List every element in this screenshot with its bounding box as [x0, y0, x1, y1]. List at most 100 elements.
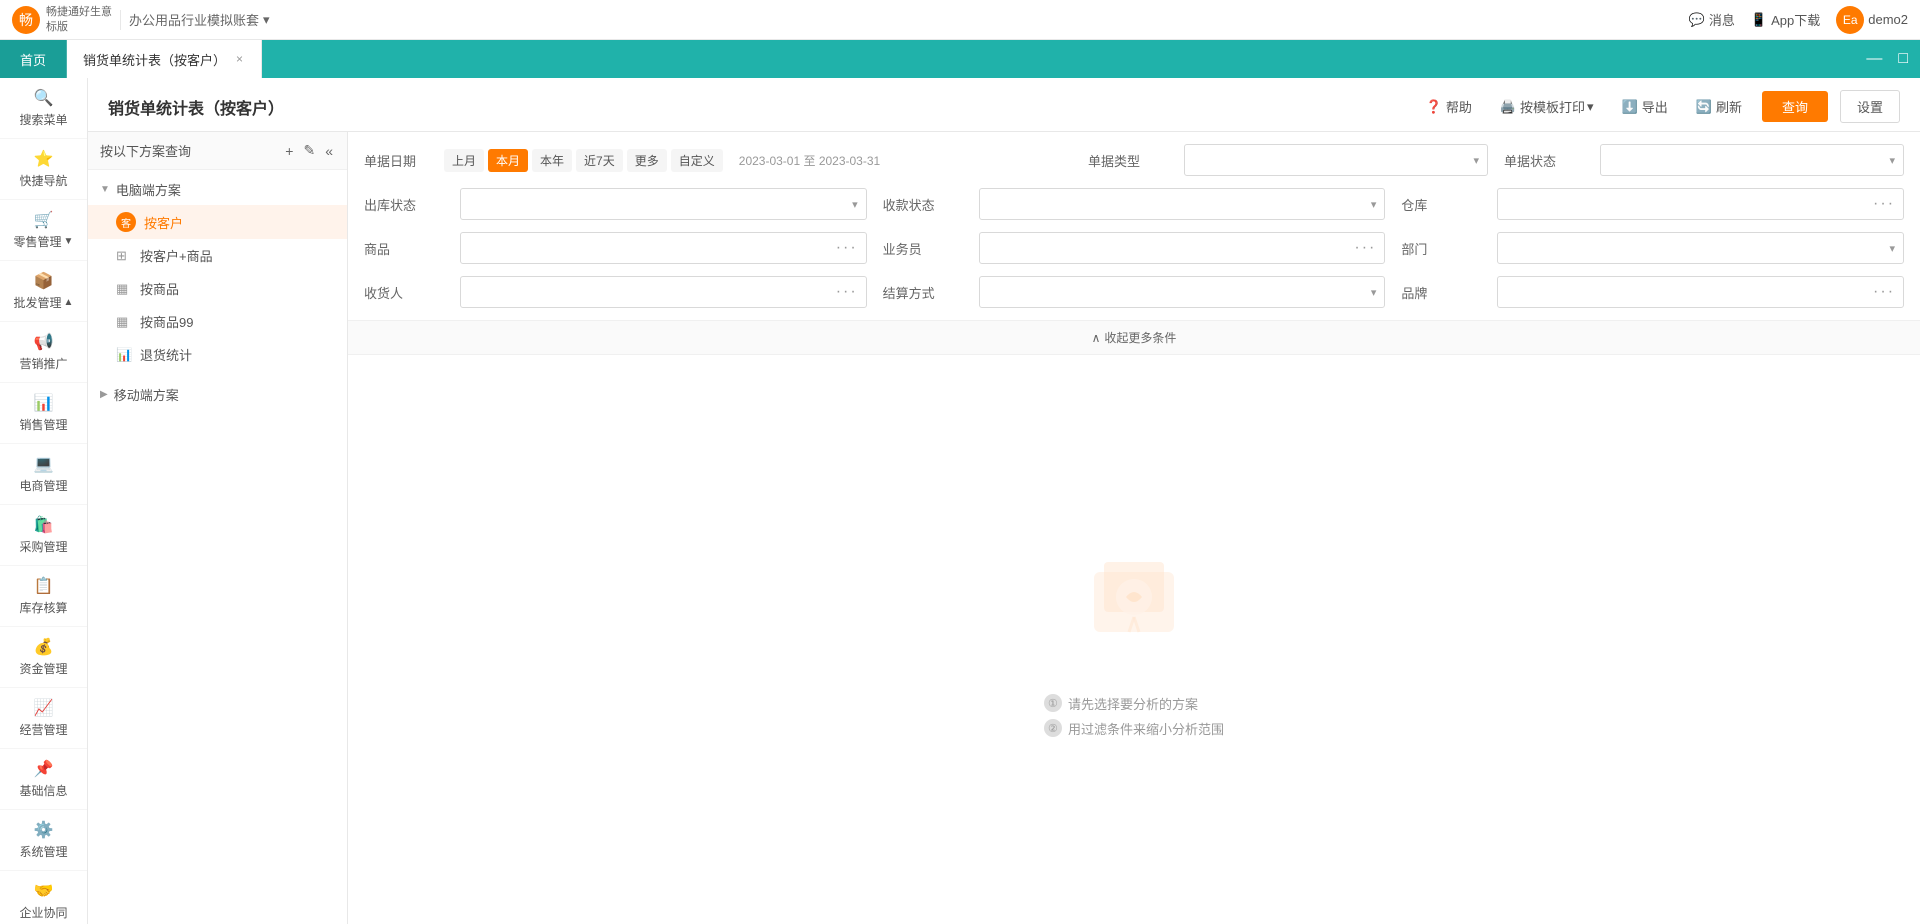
- marketing-icon: 📢: [34, 332, 54, 352]
- brand-label: 品牌: [1401, 283, 1481, 302]
- tab-active[interactable]: 销货单统计表（按客户） ×: [67, 40, 262, 78]
- sales-mgmt-icon: 📊: [34, 393, 54, 413]
- date-tab-this-month[interactable]: 本月: [488, 149, 528, 172]
- wholesale-mgmt-icon: 📦: [34, 271, 54, 291]
- sidebar-item-sales-mgmt[interactable]: 📊 销售管理: [0, 383, 87, 444]
- sidebar-item-finance-mgmt[interactable]: 💰 资金管理: [0, 627, 87, 688]
- salesperson-field[interactable]: ···: [979, 232, 1386, 264]
- date-tab-more[interactable]: 更多: [627, 149, 667, 172]
- receiver-label: 收货人: [364, 283, 444, 302]
- scheme-collapse-button[interactable]: «: [323, 141, 335, 161]
- query-button[interactable]: 查询: [1762, 91, 1828, 122]
- scheme-desktop-group-title[interactable]: ▼ 电脑端方案: [88, 174, 347, 205]
- sidebar-item-inventory[interactable]: 📋 库存核算: [0, 566, 87, 627]
- out-status-field[interactable]: ▾: [460, 188, 867, 220]
- tab-home[interactable]: 首页: [0, 40, 67, 78]
- retail-arrow-icon: ▼: [64, 236, 74, 247]
- doc-type-field[interactable]: ▾: [1184, 144, 1488, 176]
- brand-field[interactable]: ···: [1497, 276, 1904, 308]
- print-arrow-icon: ▾: [1587, 99, 1594, 115]
- sidebar-item-marketing[interactable]: 📢 营销推广: [0, 322, 87, 383]
- receiver-field[interactable]: ···: [460, 276, 867, 308]
- scheme-add-button[interactable]: +: [283, 141, 295, 161]
- settlement-field[interactable]: ▾: [979, 276, 1386, 308]
- product-field[interactable]: ···: [460, 232, 867, 264]
- message-button[interactable]: 💬 消息: [1689, 10, 1735, 29]
- user-profile[interactable]: Ea demo2: [1836, 6, 1908, 34]
- scheme-item-return-stats[interactable]: 📊 退货统计: [88, 338, 347, 371]
- date-tab-last-month[interactable]: 上月: [444, 149, 484, 172]
- tab-close-button[interactable]: ×: [234, 50, 245, 68]
- mobile-group-arrow-icon: ▶: [100, 389, 108, 400]
- tab-bar-right: — □: [1862, 46, 1920, 72]
- scheme-panel: 按以下方案查询 + ✎ « ▼ 电脑端方案 客 按客户: [88, 132, 348, 924]
- wholesale-arrow-icon: ▲: [64, 297, 74, 308]
- doc-status-arrow-icon: ▾: [1889, 154, 1895, 167]
- scheme-item-by-product[interactable]: ▦ 按商品: [88, 272, 347, 305]
- sidebar-item-purchase-mgmt[interactable]: 🛍️ 采购管理: [0, 505, 87, 566]
- sidebar-item-retail-mgmt[interactable]: 🛒 零售管理 ▼: [0, 200, 87, 261]
- salesperson-dots-icon: ···: [1354, 239, 1376, 257]
- receiver-dots-icon: ···: [836, 283, 858, 301]
- main-layout: 🔍 搜索菜单 ⭐ 快捷导航 🛒 零售管理 ▼ 📦 批发管理 ▲ 📢 营销推广: [0, 78, 1920, 924]
- scheme-header-title: 按以下方案查询: [100, 141, 191, 160]
- scheme-header: 按以下方案查询 + ✎ «: [88, 132, 347, 170]
- date-label: 单据日期: [364, 151, 444, 170]
- filter-content: 单据日期 上月 本月 本年 近7天 更多 自定义 2023-03-01 至 20…: [348, 132, 1920, 321]
- export-button[interactable]: ⬇️ 导出: [1614, 93, 1676, 120]
- top-bar: 畅 畅捷通好生意 标版 办公用品行业模拟账套 ▾ 💬 消息 📱 App下载 Ea…: [0, 0, 1920, 40]
- app-download-button[interactable]: 📱 App下载: [1751, 10, 1820, 29]
- tab-minimize-icon[interactable]: —: [1862, 46, 1886, 72]
- desktop-group-arrow-icon: ▼: [100, 184, 110, 195]
- print-button[interactable]: 🖨️ 按模板打印 ▾: [1492, 93, 1602, 120]
- help-button[interactable]: ❓ 帮助: [1418, 93, 1480, 120]
- date-tab-this-year[interactable]: 本年: [532, 149, 572, 172]
- logo-area[interactable]: 畅 畅捷通好生意 标版: [12, 5, 112, 34]
- out-status-arrow-icon: ▾: [852, 198, 858, 211]
- logo-text: 畅捷通好生意 标版: [46, 5, 112, 34]
- department-arrow-icon: ▾: [1889, 242, 1895, 255]
- retail-mgmt-icon: 🛒: [34, 210, 54, 230]
- scheme-edit-button[interactable]: ✎: [301, 140, 317, 161]
- refresh-button[interactable]: 🔄 刷新: [1688, 93, 1750, 120]
- tab-maximize-icon[interactable]: □: [1894, 46, 1912, 72]
- page-header: 销货单统计表（按客户） ❓ 帮助 🖨️ 按模板打印 ▾ ⬇️ 导出: [88, 78, 1920, 132]
- sidebar-item-quick-nav[interactable]: ⭐ 快捷导航: [0, 139, 87, 200]
- top-divider: [120, 10, 121, 30]
- sidebar-item-search-menu[interactable]: 🔍 搜索菜单: [0, 78, 87, 139]
- sidebar-item-ecom-mgmt[interactable]: 💻 电商管理: [0, 444, 87, 505]
- content-area: 销货单统计表（按客户） ❓ 帮助 🖨️ 按模板打印 ▾ ⬇️ 导出: [88, 78, 1920, 924]
- scheme-item-by-customer-icon: 客: [116, 212, 136, 232]
- product-label: 商品: [364, 239, 444, 258]
- sidebar-item-wholesale-mgmt[interactable]: 📦 批发管理 ▲: [0, 261, 87, 322]
- scheme-item-return-stats-icon: 📊: [116, 347, 132, 363]
- warehouse-field[interactable]: ···: [1497, 188, 1904, 220]
- collapse-up-icon: ∧: [1092, 331, 1101, 345]
- settings-button[interactable]: 设置: [1840, 90, 1900, 123]
- scheme-item-by-customer-product[interactable]: ⊞ 按客户+商品: [88, 239, 347, 272]
- date-tabs-area: 上月 本月 本年 近7天 更多 自定义 2023-03-01 至 2023-03…: [444, 149, 1088, 172]
- brand-dots-icon: ···: [1873, 283, 1895, 301]
- doc-status-field[interactable]: ▾: [1600, 144, 1904, 176]
- date-tab-last-7days[interactable]: 近7天: [576, 149, 623, 172]
- date-tab-custom[interactable]: 自定义: [671, 149, 723, 172]
- date-range-display: 2023-03-01 至 2023-03-31: [739, 152, 880, 169]
- receipt-status-field[interactable]: ▾: [979, 188, 1386, 220]
- scheme-header-icons: + ✎ «: [283, 140, 335, 161]
- industry-title[interactable]: 办公用品行业模拟账套 ▾: [129, 10, 270, 29]
- sidebar-item-sys-mgmt[interactable]: ⚙️ 系统管理: [0, 810, 87, 871]
- doc-type-arrow-icon: ▾: [1473, 154, 1479, 167]
- scheme-item-by-customer[interactable]: 客 按客户: [88, 205, 347, 239]
- sidebar-item-enterprise[interactable]: 🤝 企业协同: [0, 871, 87, 924]
- sidebar-item-ops-mgmt[interactable]: 📈 经营管理: [0, 688, 87, 749]
- department-field[interactable]: ▾: [1497, 232, 1904, 264]
- scheme-item-by-product-99[interactable]: ▦ 按商品99: [88, 305, 347, 338]
- sidebar-item-basic-info[interactable]: 📌 基础信息: [0, 749, 87, 810]
- collapse-bar[interactable]: ∧ 收起更多条件: [348, 321, 1920, 355]
- product-dots-icon: ···: [836, 239, 858, 257]
- top-bar-right: 💬 消息 📱 App下载 Ea demo2: [1689, 6, 1908, 34]
- scheme-item-by-customer-product-icon: ⊞: [116, 248, 132, 264]
- message-icon: 💬: [1689, 12, 1705, 28]
- warehouse-dots-icon: ···: [1873, 195, 1895, 213]
- scheme-mobile-group-title[interactable]: ▶ 移动端方案: [88, 379, 347, 410]
